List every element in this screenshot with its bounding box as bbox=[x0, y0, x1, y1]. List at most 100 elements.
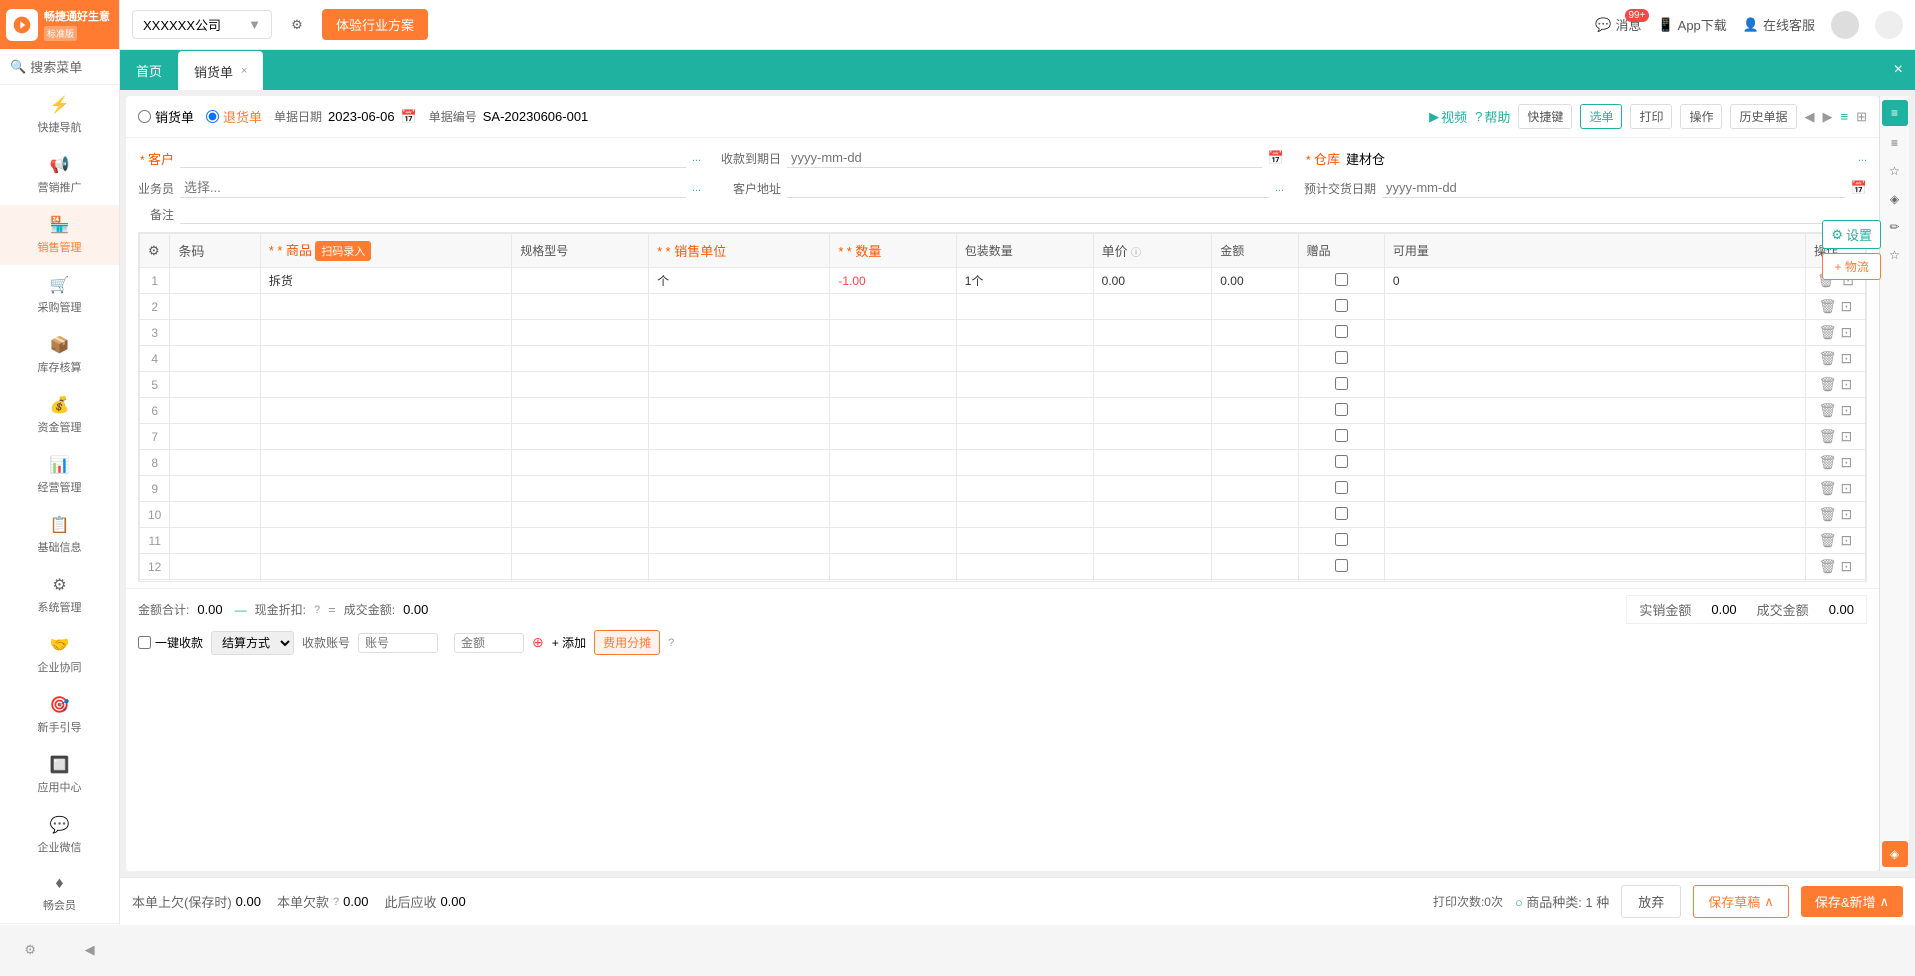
sidebar-item-basic-info[interactable]: 📋 基础信息 bbox=[0, 505, 119, 565]
right-panel-btn-2[interactable]: ≡ bbox=[1882, 130, 1908, 156]
message-btn[interactable]: 💬 消息 99+ bbox=[1595, 15, 1641, 34]
copy-icon-5[interactable]: ⊡ bbox=[1841, 376, 1853, 392]
gift-checkbox-11[interactable] bbox=[1335, 533, 1348, 546]
gift-checkbox-1[interactable] bbox=[1335, 273, 1348, 286]
fee-help-icon[interactable]: ? bbox=[668, 637, 674, 649]
tab-home[interactable]: 首页 bbox=[120, 50, 178, 90]
layout-icon-1[interactable]: ≡ bbox=[1841, 109, 1849, 124]
sidebar-item-purchase[interactable]: 🛒 采购管理 bbox=[0, 265, 119, 325]
sidebar-item-wechat[interactable]: 💬 企业微信 bbox=[0, 805, 119, 865]
logistics-btn[interactable]: + 物流 bbox=[1822, 253, 1881, 280]
salesperson-input[interactable] bbox=[180, 178, 686, 198]
gift-checkbox-7[interactable] bbox=[1335, 429, 1348, 442]
sidebar-item-member[interactable]: ♦ 畅会员 bbox=[0, 865, 119, 923]
nav-prev-icon[interactable]: ◀ bbox=[1805, 109, 1815, 125]
table-settings-icon[interactable]: ⚙ bbox=[148, 243, 160, 258]
app-download-btn[interactable]: 📱 App下载 bbox=[1657, 15, 1726, 34]
delete-icon-4[interactable]: 🗑 bbox=[1819, 350, 1837, 366]
delete-icon-8[interactable]: 🗑 bbox=[1819, 454, 1837, 470]
copy-icon-8[interactable]: ⊡ bbox=[1841, 454, 1853, 470]
nav-next-icon[interactable]: ▶ bbox=[1823, 109, 1833, 125]
shortcut-btn[interactable]: 快捷键 bbox=[1518, 104, 1572, 129]
right-panel-btn-4[interactable]: ◈ bbox=[1882, 186, 1908, 212]
gift-checkbox-12[interactable] bbox=[1335, 559, 1348, 572]
tab-bar-close-btn[interactable]: × bbox=[1882, 61, 1915, 79]
gift-checkbox-3[interactable] bbox=[1335, 325, 1348, 338]
user-avatar-2[interactable] bbox=[1875, 11, 1903, 39]
customer-address-input[interactable] bbox=[787, 178, 1269, 198]
operations-btn[interactable]: 操作 bbox=[1680, 104, 1722, 129]
sidebar-collapse-btn[interactable]: ◀ bbox=[75, 932, 105, 968]
delete-icon-2[interactable]: 🗑 bbox=[1819, 298, 1837, 314]
collect-date-calendar-icon[interactable]: 📅 bbox=[1268, 150, 1284, 166]
copy-icon-9[interactable]: ⊡ bbox=[1841, 480, 1853, 496]
user-avatar[interactable] bbox=[1831, 11, 1859, 39]
gift-checkbox-10[interactable] bbox=[1335, 507, 1348, 520]
company-selector[interactable]: XXXXXX公司 ▼ bbox=[132, 10, 272, 39]
right-panel-btn-orange[interactable]: ◈ bbox=[1882, 841, 1908, 867]
arrears-help-icon[interactable]: ? bbox=[333, 896, 339, 908]
warehouse-dots-icon[interactable]: ... bbox=[1858, 152, 1867, 164]
delete-icon-10[interactable]: 🗑 bbox=[1819, 506, 1837, 522]
discount-help-icon[interactable]: ? bbox=[314, 604, 320, 616]
delete-icon-11[interactable]: 🗑 bbox=[1819, 532, 1837, 548]
one-click-pay-checkbox[interactable]: 一键收款 bbox=[138, 634, 203, 651]
sidebar-item-inventory[interactable]: 📦 库存核算 bbox=[0, 325, 119, 385]
delete-icon-7[interactable]: 🗑 bbox=[1819, 428, 1837, 444]
add-payment-icon[interactable]: ⊕ bbox=[532, 634, 544, 651]
delete-icon-12[interactable]: 🗑 bbox=[1819, 558, 1837, 574]
sidebar-item-finance[interactable]: 💰 资金管理 bbox=[0, 385, 119, 445]
select-btn[interactable]: 选单 bbox=[1580, 104, 1622, 129]
copy-icon-3[interactable]: ⊡ bbox=[1841, 324, 1853, 340]
delete-icon-3[interactable]: 🗑 bbox=[1819, 324, 1837, 340]
tab-close-icon[interactable]: × bbox=[241, 65, 247, 77]
gift-checkbox-2[interactable] bbox=[1335, 299, 1348, 312]
gift-checkbox-4[interactable] bbox=[1335, 351, 1348, 364]
tab-sales-order[interactable]: 销货单 × bbox=[178, 51, 263, 91]
sidebar-item-marketing[interactable]: 📢 营销推广 bbox=[0, 145, 119, 205]
delete-icon-5[interactable]: 🗑 bbox=[1819, 376, 1837, 392]
sidebar-item-operations[interactable]: 📊 经营管理 bbox=[0, 445, 119, 505]
discard-button[interactable]: 放弃 bbox=[1621, 885, 1681, 918]
fee-btn[interactable]: 费用分摊 bbox=[594, 630, 660, 655]
sidebar-item-guide[interactable]: 🎯 新手引导 bbox=[0, 685, 119, 745]
copy-icon-2[interactable]: ⊡ bbox=[1841, 298, 1853, 314]
layout-icon-2[interactable]: ⊞ bbox=[1856, 109, 1867, 125]
sidebar-item-sales[interactable]: 🏪 销售管理 bbox=[0, 205, 119, 265]
right-panel-btn-5[interactable]: ✏ bbox=[1882, 214, 1908, 240]
right-panel-btn-6[interactable]: ☆ bbox=[1882, 242, 1908, 268]
radio-sale[interactable]: 销货单 bbox=[138, 107, 194, 126]
address-dots-icon[interactable]: ... bbox=[1275, 182, 1284, 194]
delete-icon-9[interactable]: 🗑 bbox=[1819, 480, 1837, 496]
sidebar-item-quick-nav[interactable]: ⚡ 快捷导航 bbox=[0, 85, 119, 145]
customer-dots-icon[interactable]: ... bbox=[692, 152, 701, 164]
collect-date-input[interactable] bbox=[787, 148, 1262, 168]
copy-icon-7[interactable]: ⊡ bbox=[1841, 428, 1853, 444]
sidebar-settings-btn[interactable]: ⚙ bbox=[14, 932, 46, 968]
search-menu[interactable]: 🔍 搜索菜单 bbox=[0, 49, 119, 85]
right-panel-btn-3[interactable]: ☆ bbox=[1882, 158, 1908, 184]
calendar-icon[interactable]: 📅 bbox=[401, 109, 417, 125]
settings-button[interactable]: ⚙ bbox=[282, 10, 312, 40]
online-service-btn[interactable]: 👤 在线客服 bbox=[1743, 15, 1815, 34]
salesperson-dots-icon[interactable]: ... bbox=[692, 182, 701, 194]
help-btn[interactable]: ? 帮助 bbox=[1475, 107, 1510, 126]
sidebar-item-appstore[interactable]: 🔲 应用中心 bbox=[0, 745, 119, 805]
copy-icon-11[interactable]: ⊡ bbox=[1841, 532, 1853, 548]
settlement-method-select[interactable]: 结算方式 bbox=[211, 631, 294, 655]
gift-checkbox-6[interactable] bbox=[1335, 403, 1348, 416]
sidebar-item-collab[interactable]: 🤝 企业协同 bbox=[0, 625, 119, 685]
copy-icon-12[interactable]: ⊡ bbox=[1841, 558, 1853, 574]
gift-checkbox-8[interactable] bbox=[1335, 455, 1348, 468]
video-btn[interactable]: ▶ 视频 bbox=[1429, 107, 1467, 126]
radio-return[interactable]: 退货单 bbox=[206, 107, 262, 126]
remarks-input[interactable] bbox=[180, 204, 1867, 224]
expected-delivery-input[interactable] bbox=[1382, 178, 1845, 198]
copy-icon-6[interactable]: ⊡ bbox=[1841, 402, 1853, 418]
scan-btn[interactable]: 扫码录入 bbox=[315, 241, 371, 261]
copy-icon-4[interactable]: ⊡ bbox=[1841, 350, 1853, 366]
save-new-button[interactable]: 保存&新增 ∧ bbox=[1801, 886, 1903, 917]
delete-icon-6[interactable]: 🗑 bbox=[1819, 402, 1837, 418]
customer-input[interactable] bbox=[180, 148, 686, 168]
price-info-icon[interactable]: ⓘ bbox=[1131, 248, 1141, 259]
